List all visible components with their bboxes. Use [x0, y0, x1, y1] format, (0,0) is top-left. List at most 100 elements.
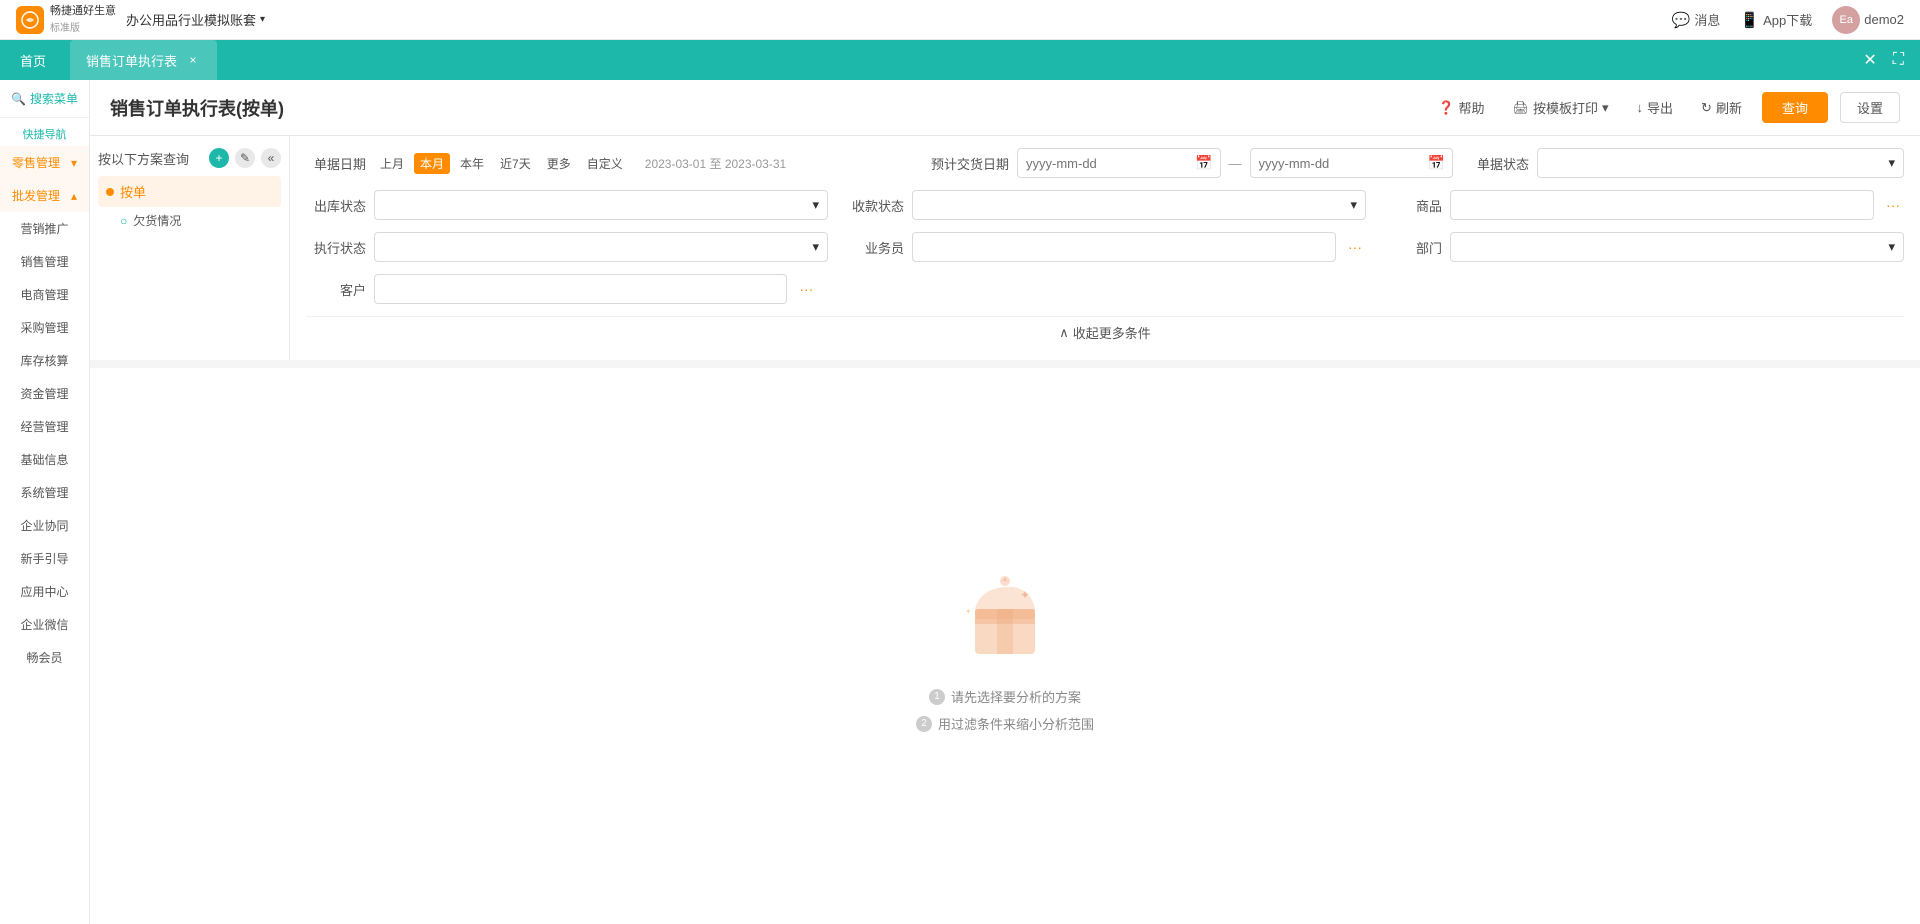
logo-text-block: 畅捷通好生意 标准版 — [50, 5, 116, 33]
export-btn[interactable]: ↓ 导出 — [1629, 94, 1682, 121]
window-expand-btn[interactable]: ⛶ — [1889, 47, 1908, 73]
customer-input[interactable] — [374, 274, 787, 304]
chevron-down-icon: ▾ — [812, 239, 819, 255]
sidebar-ecommerce-label: 电商管理 — [20, 286, 68, 303]
dept-select[interactable]: ▾ — [1450, 232, 1904, 262]
doc-status-select[interactable]: ▾ — [1537, 148, 1904, 178]
edit-plan-btn[interactable]: ✎ — [235, 148, 255, 168]
customer-more-icon[interactable]: ··· — [795, 281, 817, 297]
payment-status-select[interactable]: ▾ — [912, 190, 1366, 220]
sidebar-item-retail[interactable]: 零售管理 ▾ — [0, 146, 89, 179]
filter-row-4: 客户 ··· — [306, 274, 1904, 304]
date-tab-last-month[interactable]: 上月 — [374, 153, 410, 174]
settings-button[interactable]: 设置 — [1840, 92, 1900, 123]
goods-more-icon[interactable]: ··· — [1882, 197, 1904, 213]
nav-label-text: 快捷导航 — [23, 129, 67, 141]
sidebar-item-wholesale[interactable]: 批发管理 ▴ — [0, 179, 89, 212]
sidebar-item-finance[interactable]: 资金管理 — [0, 377, 89, 410]
sidebar-item-wechat[interactable]: 企业微信 — [0, 608, 89, 641]
filter-row-2: 出库状态 ▾ 收款状态 ▾ 商品 — [306, 190, 1904, 220]
filter-left-actions: + ✎ « — [209, 148, 281, 168]
sidebar-item-purchase[interactable]: 采购管理 — [0, 311, 89, 344]
print-btn[interactable]: 🖨 按模板打印 ▾ — [1504, 94, 1616, 121]
print-expand-icon: ▾ — [1602, 100, 1609, 116]
sidebar-item-marketing[interactable]: 营销推广 — [0, 212, 89, 245]
tab-sales-order[interactable]: 销售订单执行表 × — [70, 40, 217, 80]
date-tab-this-month[interactable]: 本月 — [414, 153, 450, 174]
plan-item-by-order[interactable]: 按单 — [98, 176, 281, 207]
sidebar-inventory-label: 库存核算 — [20, 352, 68, 369]
predicted-date-field: 预计交货日期 📅 — 📅 — [931, 148, 1453, 178]
hint-text-2: 用过滤条件来缩小分析范围 — [938, 714, 1094, 733]
tab-bar: 首页 销售订单执行表 × ✕ ⛶ — [0, 40, 1920, 80]
ship-status-select[interactable]: ▾ — [374, 190, 828, 220]
predicted-date-start[interactable] — [1017, 148, 1221, 178]
sidebar-search[interactable]: 🔍 搜索菜单 — [0, 80, 89, 118]
sidebar-item-sales[interactable]: 销售管理 — [0, 245, 89, 278]
ship-status-label: 出库状态 — [306, 196, 366, 215]
predicted-date-end[interactable] — [1250, 148, 1454, 178]
add-plan-btn[interactable]: + — [209, 148, 229, 168]
tab-active-label: 销售订单执行表 — [86, 51, 177, 70]
chevron-down-icon: ▾ — [1888, 155, 1895, 171]
user-initial: Ea — [1840, 14, 1853, 26]
empty-hint-1: 1 请先选择要分析的方案 — [929, 687, 1081, 706]
refresh-btn[interactable]: ↻ 刷新 — [1693, 94, 1750, 121]
sidebar-item-guide[interactable]: 新手引导 — [0, 542, 89, 575]
sidebar-nav-label[interactable]: 快捷导航 — [0, 118, 89, 146]
exec-status-select[interactable]: ▾ — [374, 232, 828, 262]
goods-field: 商品 ··· — [1382, 190, 1904, 220]
tab-close-icon[interactable]: × — [185, 52, 201, 68]
sidebar-item-cooperation[interactable]: 企业协同 — [0, 509, 89, 542]
date-tab-custom[interactable]: 自定义 — [581, 153, 629, 174]
top-bar: 畅捷通好生意 标准版 办公用品行业模拟账套 ▾ 💬 消息 📱 App下载 Ea … — [0, 0, 1920, 40]
industry-selector[interactable]: 办公用品行业模拟账套 ▾ — [126, 10, 265, 29]
tab-bar-right: ✕ ⛶ — [1859, 46, 1920, 74]
date-tab-7days[interactable]: 近7天 — [494, 153, 537, 174]
salesman-more-icon[interactable]: ··· — [1344, 239, 1366, 255]
chevron-down-icon: ▾ — [1888, 239, 1895, 255]
predicted-date-start-wrap: 📅 — [1017, 148, 1221, 178]
sidebar-finance-label: 资金管理 — [20, 385, 68, 402]
sidebar-item-basic[interactable]: 基础信息 — [0, 443, 89, 476]
query-button[interactable]: 查询 — [1762, 92, 1828, 123]
salesman-input[interactable] — [912, 232, 1336, 262]
sidebar-item-member[interactable]: 畅会员 — [0, 641, 89, 674]
app-download-btn[interactable]: 📱 App下载 — [1740, 10, 1812, 29]
help-btn[interactable]: ❓ 帮助 — [1430, 94, 1492, 121]
salesman-label: 业务员 — [844, 238, 904, 257]
sidebar-item-ops[interactable]: 经营管理 — [0, 410, 89, 443]
sidebar-member-label: 畅会员 — [26, 649, 62, 666]
collapse-more-row[interactable]: ∧ 收起更多条件 — [306, 316, 1904, 348]
plan-sub-backorder[interactable]: ○ 欠货情况 — [98, 207, 281, 234]
empty-hint-2: 2 用过滤条件来缩小分析范围 — [916, 714, 1094, 733]
user-area[interactable]: Ea demo2 — [1832, 6, 1904, 34]
print-icon: 🖨 — [1512, 100, 1529, 116]
hint-text-1: 请先选择要分析的方案 — [951, 687, 1081, 706]
sidebar-item-system[interactable]: 系统管理 — [0, 476, 89, 509]
sidebar-item-inventory[interactable]: 库存核算 — [0, 344, 89, 377]
window-close-btn[interactable]: ✕ — [1859, 46, 1880, 74]
customer-field: 客户 ··· — [306, 274, 817, 304]
sidebar-coop-label: 企业协同 — [20, 517, 68, 534]
collapse-panel-btn[interactable]: « — [261, 148, 281, 168]
payment-status-label: 收款状态 — [844, 196, 904, 215]
sidebar-item-appstore[interactable]: 应用中心 — [0, 575, 89, 608]
sidebar-marketing-label: 营销推广 — [20, 220, 68, 237]
goods-input[interactable] — [1450, 190, 1874, 220]
filter-row-3: 执行状态 ▾ 业务员 ··· 部门 — [306, 232, 1904, 262]
date-tab-this-year[interactable]: 本年 — [454, 153, 490, 174]
logo-sub: 标准版 — [50, 19, 116, 34]
date-tab-more[interactable]: 更多 — [541, 153, 577, 174]
dept-label: 部门 — [1382, 238, 1442, 257]
tab-home[interactable]: 首页 — [0, 40, 66, 80]
sidebar-item-ecommerce[interactable]: 电商管理 — [0, 278, 89, 311]
sidebar-basic-label: 基础信息 — [20, 451, 68, 468]
filter-section: 按以下方案查询 + ✎ « 按单 — [90, 136, 1920, 360]
content-area: 销售订单执行表(按单) ❓ 帮助 🖨 按模板打印 ▾ ↓ 导出 ↻ 刷新 — [90, 80, 1920, 924]
message-btn[interactable]: 💬 消息 — [1672, 10, 1721, 29]
filter-row-1: 单据日期 上月 本月 本年 近7天 更多 自定义 2023-03-01 至 20… — [306, 148, 1904, 178]
hint-num-1: 1 — [929, 689, 945, 705]
message-icon: 💬 — [1672, 11, 1691, 29]
refresh-icon: ↻ — [1701, 100, 1712, 116]
